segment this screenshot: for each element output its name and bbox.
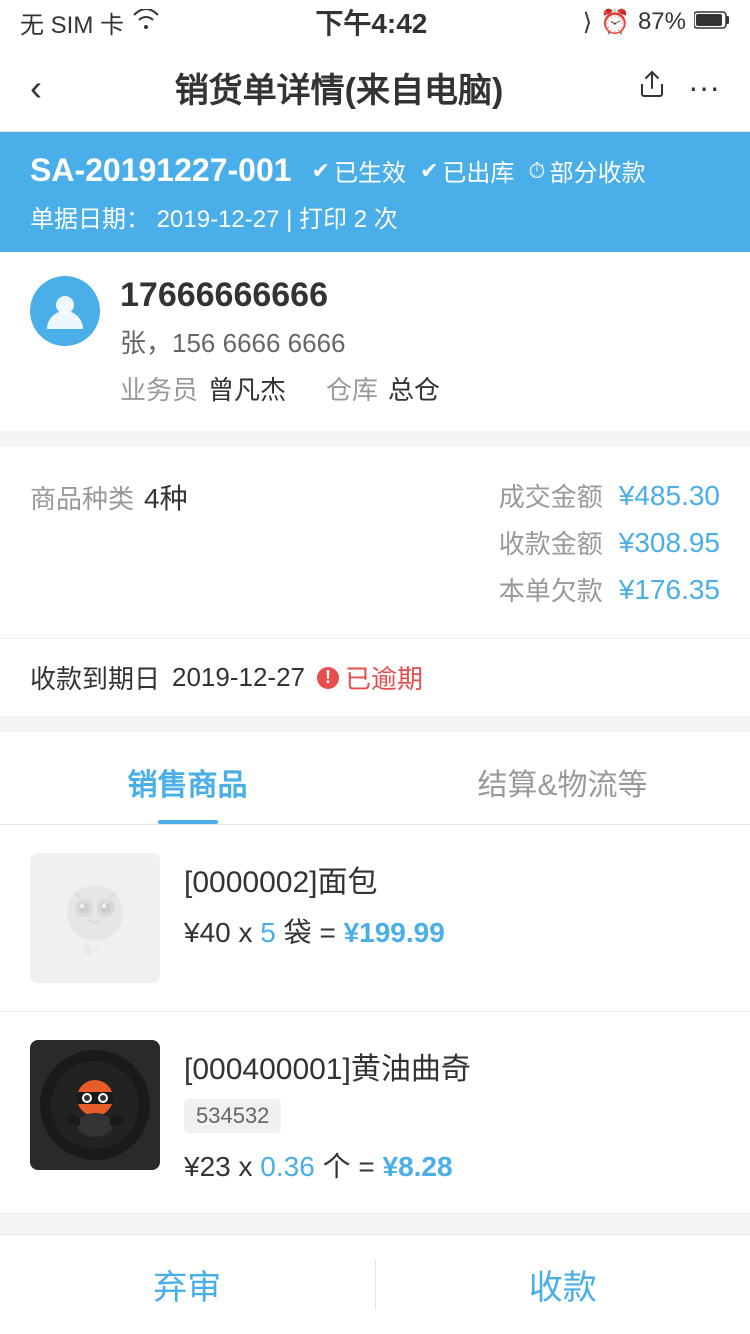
stats-section: 商品种类 4种 成交金额 ¥485.30 收款金额 ¥308.95 本单欠款 ¥… xyxy=(0,447,750,638)
stats-left: 商品种类 4种 xyxy=(30,477,188,517)
badge-activated: ✔ 已生效 xyxy=(312,153,406,188)
tab-settlement[interactable]: 结算&物流等 xyxy=(375,732,750,824)
badge-shipped: ✔ 已出库 xyxy=(420,153,514,188)
banner-date-row: 单据日期： 2019-12-27 | 打印 2 次 xyxy=(30,199,720,234)
nav-actions: ··· xyxy=(636,68,720,108)
meta-sales: 业务员 曾凡杰 xyxy=(120,370,286,407)
avatar xyxy=(30,276,100,346)
product-qty-1: 5 xyxy=(260,917,276,948)
product-name-1: [0000002]面包 xyxy=(184,857,720,901)
received-amount-row: 收款金额 ¥308.95 xyxy=(499,524,720,561)
page-title: 销货单详情(来自电脑) xyxy=(175,63,504,112)
product-total-2: ¥8.28 xyxy=(383,1151,453,1182)
status-bar-right: ⟩ ⏰ 87% xyxy=(583,8,730,37)
cancel-review-button[interactable]: 弃审 xyxy=(0,1240,375,1329)
divider-1 xyxy=(0,431,750,447)
table-row: 品+ [0000002]面包 ¥40 x 5 袋 = ¥199.99 xyxy=(0,825,750,1012)
product-price-2: ¥23 x 0.36 个 = ¥8.28 xyxy=(184,1145,720,1185)
product-total-1: ¥199.99 xyxy=(344,917,445,948)
customer-phone: 张，156 6666 6666 xyxy=(120,323,720,360)
alarm-icon: ⏰ xyxy=(600,8,630,37)
product-image-2 xyxy=(30,1040,160,1170)
badge-partial-payment: ⏱ 部分收款 xyxy=(528,153,645,188)
customer-name: 17666666666 xyxy=(120,276,720,315)
share-icon[interactable] xyxy=(636,68,668,108)
table-row: [000400001]黄油曲奇 534532 ¥23 x 0.36 个 = ¥8… xyxy=(0,1012,750,1214)
sim-status: 无 SIM 卡 xyxy=(20,5,124,40)
order-id: SA-20191227-001 xyxy=(30,152,292,189)
deal-amount-row: 成交金额 ¥485.30 xyxy=(499,477,720,514)
due-date-label: 收款到期日 xyxy=(30,659,160,696)
customer-section: 17666666666 张，156 6666 6666 业务员 曾凡杰 仓库 总… xyxy=(0,252,750,431)
product-details-1: [0000002]面包 ¥40 x 5 袋 = ¥199.99 xyxy=(184,853,720,951)
overdue-badge: ! 已逾期 xyxy=(317,659,423,696)
more-icon[interactable]: ··· xyxy=(688,69,720,106)
product-sku-badge: 534532 xyxy=(184,1099,281,1133)
location-icon: ⟩ xyxy=(583,8,592,37)
product-qty-2: 0.36 xyxy=(260,1151,315,1182)
check-icon-2: ✔ xyxy=(420,158,438,184)
overdue-text: 已逾期 xyxy=(345,659,423,696)
tab-products[interactable]: 销售商品 xyxy=(0,732,375,824)
tabs-section: 销售商品 结算&物流等 xyxy=(0,732,750,825)
due-date-section: 收款到期日 2019-12-27 ! 已逾期 xyxy=(0,638,750,716)
overdue-dot-icon: ! xyxy=(317,667,339,689)
product-list: 品+ [0000002]面包 ¥40 x 5 袋 = ¥199.99 xyxy=(0,825,750,1214)
banner-row1: SA-20191227-001 ✔ 已生效 ✔ 已出库 ⏱ 部分收款 xyxy=(30,152,720,189)
clock-icon: ⏱ xyxy=(528,158,545,184)
product-details-2: [000400001]黄油曲奇 534532 ¥23 x 0.36 个 = ¥8… xyxy=(184,1040,720,1185)
nav-bar: ‹ 销货单详情(来自电脑) ··· xyxy=(0,44,750,132)
content-area: SA-20191227-001 ✔ 已生效 ✔ 已出库 ⏱ 部分收款 单据日期：… xyxy=(0,132,750,1314)
wifi-icon xyxy=(132,8,160,36)
debt-amount-row: 本单欠款 ¥176.35 xyxy=(499,571,720,608)
stats-right: 成交金额 ¥485.30 收款金额 ¥308.95 本单欠款 ¥176.35 xyxy=(499,477,720,608)
customer-info: 17666666666 张，156 6666 6666 业务员 曾凡杰 仓库 总… xyxy=(120,276,720,407)
status-bar-left: 无 SIM 卡 xyxy=(20,5,160,40)
svg-text:品+: 品+ xyxy=(83,944,99,956)
back-button[interactable]: ‹ xyxy=(30,67,42,109)
status-bar: 无 SIM 卡 下午4:42 ⟩ ⏰ 87% xyxy=(0,0,750,44)
tab-underline xyxy=(158,820,218,824)
status-bar-time: 下午4:42 xyxy=(315,2,427,42)
product-image-1: 品+ xyxy=(30,853,160,983)
status-badges: ✔ 已生效 ✔ 已出库 ⏱ 部分收款 xyxy=(312,153,646,188)
due-date-value: 2019-12-27 xyxy=(172,662,305,693)
battery-status: 87% xyxy=(638,8,686,36)
check-icon-1: ✔ xyxy=(312,158,330,184)
header-banner: SA-20191227-001 ✔ 已生效 ✔ 已出库 ⏱ 部分收款 单据日期：… xyxy=(0,132,750,252)
product-price-1: ¥40 x 5 袋 = ¥199.99 xyxy=(184,911,720,951)
product-image-circle xyxy=(40,1050,150,1160)
category-row: 商品种类 4种 xyxy=(30,477,188,517)
bottom-bar: 弃审 收款 xyxy=(0,1234,750,1334)
product-name-2: [000400001]黄油曲奇 xyxy=(184,1044,720,1088)
customer-meta: 业务员 曾凡杰 仓库 总仓 xyxy=(120,370,720,407)
meta-warehouse: 仓库 总仓 xyxy=(326,370,440,407)
collect-payment-button[interactable]: 收款 xyxy=(376,1240,750,1329)
battery-icon xyxy=(694,8,730,36)
